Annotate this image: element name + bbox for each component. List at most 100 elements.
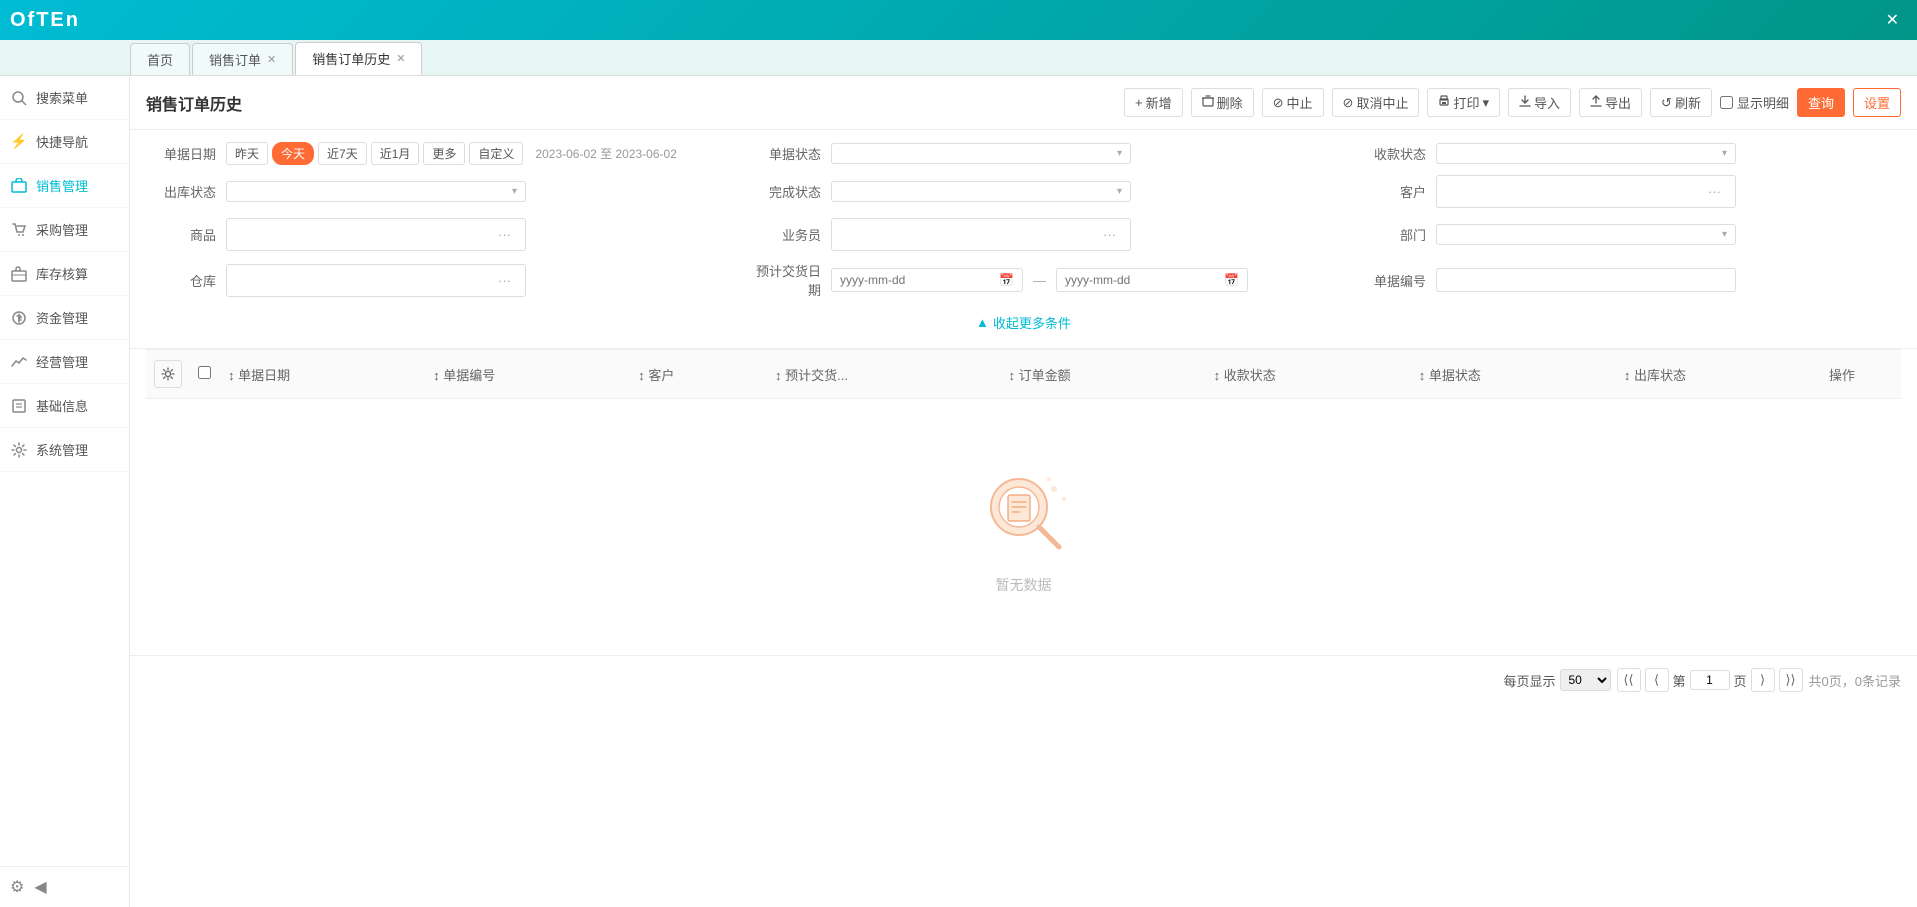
tab-sales-history-close[interactable]: ✕	[396, 52, 405, 65]
sidebar-item-operation[interactable]: 经营管理	[0, 340, 129, 384]
new-icon: +	[1135, 95, 1143, 110]
sidebar-item-base[interactable]: 基础信息	[0, 384, 129, 428]
tab-sales-order[interactable]: 销售订单 ✕	[192, 43, 293, 75]
refresh-button[interactable]: ↺ 刷新	[1650, 88, 1712, 117]
system-icon	[10, 441, 28, 459]
complete-status-select[interactable]: ▾	[831, 181, 1131, 202]
main-content: 销售订单历史 + 新增 删除 ⊘ 中止 ⊘ 取消中	[130, 76, 1917, 907]
customer-more-icon[interactable]: ···	[1702, 180, 1727, 203]
new-button[interactable]: + 新增	[1124, 88, 1183, 117]
order-status-select[interactable]: ▾	[831, 143, 1131, 164]
sidebar: 搜索菜单 ⚡ 快捷导航 销售管理 采购管理 库存核算	[0, 76, 130, 907]
payment-status-select[interactable]: ▾	[1436, 143, 1736, 164]
department-arrow-icon: ▾	[1722, 229, 1727, 240]
delete-button[interactable]: 删除	[1191, 88, 1254, 117]
empty-state-cell: 暂无数据	[146, 399, 1901, 656]
order-number-input[interactable]	[1436, 268, 1736, 292]
date-btn-yesterday[interactable]: 昨天	[226, 142, 268, 165]
warehouse-label: 仓库	[146, 271, 226, 290]
department-select[interactable]: ▾	[1436, 224, 1736, 245]
cancel-stop-button[interactable]: ⊘ 取消中止	[1332, 88, 1420, 117]
sidebar-item-finance[interactable]: 资金管理	[0, 296, 129, 340]
customer-label: 客户	[1356, 182, 1436, 201]
date-filter-control: 昨天 今天 近7天 近1月 更多 自定义 2023-06-02 至 2023-0…	[226, 142, 691, 165]
sidebar-item-purchase-label: 采购管理	[36, 220, 88, 239]
date-btn-today[interactable]: 今天	[272, 142, 314, 165]
salesperson-more-icon[interactable]: ···	[1097, 223, 1122, 246]
col-number: ↕ 单据编号	[425, 350, 630, 399]
show-details-checkbox[interactable]	[1720, 96, 1733, 109]
import-icon	[1519, 95, 1531, 110]
sidebar-item-search-menu[interactable]: 搜索菜单	[0, 76, 129, 120]
collapse-button[interactable]: ▲ 收起更多条件	[976, 313, 1071, 332]
main-layout: 搜索菜单 ⚡ 快捷导航 销售管理 采购管理 库存核算	[0, 76, 1917, 907]
page-size-dropdown[interactable]: 50 10 20 100	[1560, 669, 1611, 691]
page-next-button[interactable]: ⟩	[1751, 668, 1775, 692]
order-number-text-input[interactable]	[1445, 273, 1727, 287]
sidebar-item-quick-nav[interactable]: ⚡ 快捷导航	[0, 120, 129, 164]
sidebar-item-sales-label: 销售管理	[36, 176, 88, 195]
delivery-date-label: 预计交货日期	[751, 261, 831, 299]
delivery-date-to[interactable]: 📅	[1056, 268, 1248, 292]
col-delivery-status-label: ↕	[1624, 368, 1634, 383]
sidebar-item-purchase[interactable]: 采购管理	[0, 208, 129, 252]
table-body: 暂无数据	[146, 399, 1901, 656]
warehouse-input[interactable]: ···	[226, 264, 526, 297]
date-btn-1month[interactable]: 近1月	[371, 142, 420, 165]
query-button[interactable]: 查询	[1797, 88, 1845, 117]
import-button[interactable]: 导入	[1508, 88, 1571, 117]
stop-button[interactable]: ⊘ 中止	[1262, 88, 1324, 117]
date-btn-custom[interactable]: 自定义	[469, 142, 523, 165]
sidebar-item-system[interactable]: 系统管理	[0, 428, 129, 472]
page-first-button[interactable]: ⟨⟨	[1617, 668, 1641, 692]
tab-sales-order-close[interactable]: ✕	[267, 53, 276, 66]
brand-logo: OfTEn	[10, 9, 80, 32]
show-details-toggle[interactable]: 显示明细	[1720, 93, 1789, 112]
delivery-status-select[interactable]: ▾	[226, 181, 526, 202]
col-customer-label: ↕	[638, 368, 648, 383]
print-button[interactable]: 打印 ▾	[1427, 88, 1500, 117]
customer-text-input[interactable]	[1445, 185, 1702, 199]
warehouse-text-input[interactable]	[235, 273, 492, 287]
page-last-button[interactable]: ⟩⟩	[1779, 668, 1803, 692]
warehouse-more-icon[interactable]: ···	[492, 269, 517, 292]
col-payment-status-text: 收款状态	[1224, 368, 1276, 383]
product-more-icon[interactable]: ···	[492, 223, 517, 246]
finance-icon	[10, 309, 28, 327]
export-button[interactable]: 导出	[1579, 88, 1642, 117]
query-label: 查询	[1808, 93, 1834, 112]
tab-sales-history[interactable]: 销售订单历史 ✕	[295, 42, 422, 75]
stop-label: 中止	[1287, 93, 1313, 112]
col-number-label: ↕	[433, 368, 443, 383]
page-title: 销售订单历史	[146, 91, 242, 115]
page-number-input[interactable]	[1690, 670, 1730, 690]
sidebar-item-sales[interactable]: 销售管理	[0, 164, 129, 208]
page-prev-button[interactable]: ⟨	[1645, 668, 1669, 692]
order-number-label: 单据编号	[1356, 271, 1436, 290]
settings-button[interactable]: 设置	[1853, 88, 1901, 117]
delivery-status-control: ▾	[226, 181, 691, 202]
delivery-date-to-input[interactable]	[1065, 273, 1220, 287]
date-btn-more[interactable]: 更多	[423, 142, 465, 165]
customer-input[interactable]: ···	[1436, 175, 1736, 208]
salesperson-text-input[interactable]	[840, 228, 1097, 242]
table-checkbox-header	[190, 350, 220, 399]
salesperson-input[interactable]: ···	[831, 218, 1131, 251]
filter-row-3: 商品 ··· 业务员 ··· 部门	[146, 218, 1901, 251]
select-all-checkbox[interactable]	[198, 366, 211, 379]
sidebar-item-inventory[interactable]: 库存核算	[0, 252, 129, 296]
col-delivery-date-label: ↕	[775, 368, 785, 383]
product-text-input[interactable]	[235, 228, 492, 242]
delivery-date-from[interactable]: 📅	[831, 268, 1023, 292]
table-settings-button[interactable]	[154, 360, 182, 388]
col-amount: ↕ 订单金额	[1001, 350, 1206, 399]
col-number-text: 单据编号	[443, 368, 495, 383]
collapse-sidebar-icon[interactable]: ◀	[34, 877, 46, 897]
settings-bottom-icon[interactable]: ⚙	[10, 877, 24, 897]
tab-home[interactable]: 首页	[130, 43, 190, 75]
product-input[interactable]: ···	[226, 218, 526, 251]
delivery-date-from-input[interactable]	[840, 273, 995, 287]
date-btn-7days[interactable]: 近7天	[318, 142, 367, 165]
window-close-button[interactable]: ✕	[1878, 6, 1907, 34]
new-label: 新增	[1146, 93, 1172, 112]
